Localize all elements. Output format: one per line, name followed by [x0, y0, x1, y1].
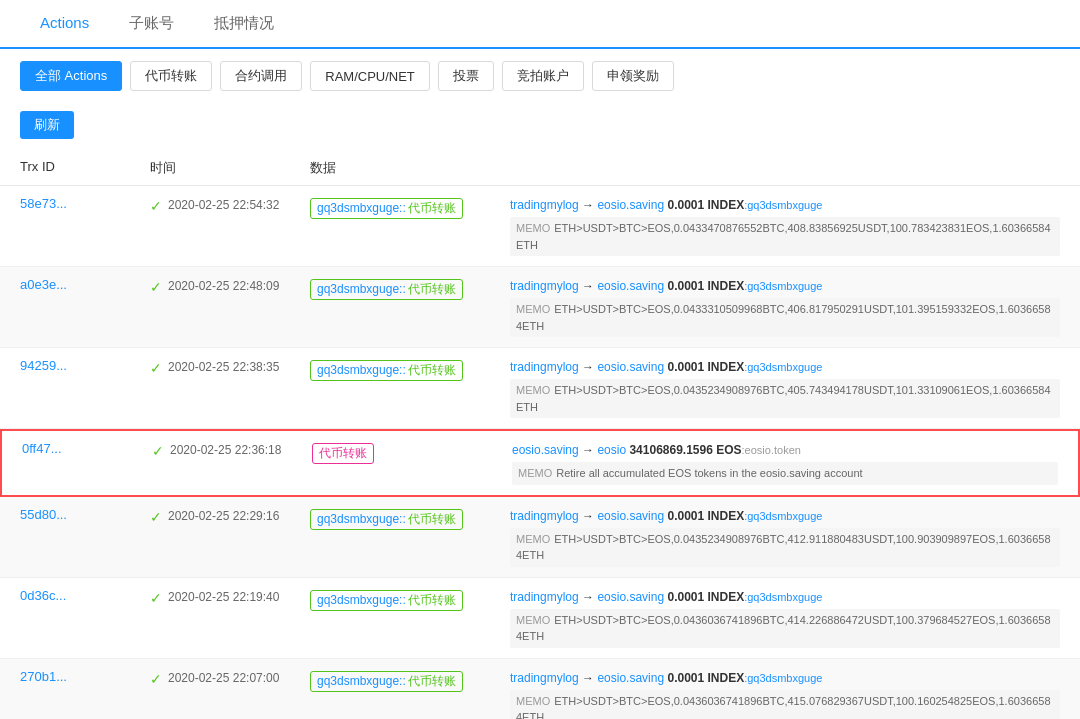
- table-row: 270b1...✓ 2020-02-25 22:07:00 gq3dsmbxguge…: [0, 659, 1080, 720]
- tag: gq3dsmbxguge::代币转账: [310, 671, 463, 692]
- trx-id[interactable]: a0e3e...: [20, 277, 150, 292]
- tag: gq3dsmbxguge::代币转账: [310, 509, 463, 530]
- data-main: tradingmylog → eosio.saving 0.0001 INDEX…: [510, 358, 1060, 376]
- tag: gq3dsmbxguge::代币转账: [310, 279, 463, 300]
- table-row: 58e73...✓ 2020-02-25 22:54:32 gq3dsmbxguge…: [0, 186, 1080, 267]
- data-cell: eosio.saving → eosio 34106869.1596 EOS:e…: [512, 441, 1058, 485]
- filter-contract[interactable]: 合约调用: [220, 61, 302, 91]
- time-cell: ✓ 2020-02-25 22:19:40: [150, 588, 310, 606]
- memo: MEMOETH>USDT>BTC>EOS,0.0435234908976BTC,…: [510, 528, 1060, 567]
- data-main: tradingmylog → eosio.saving 0.0001 INDEX…: [510, 669, 1060, 687]
- filter-vote[interactable]: 投票: [438, 61, 494, 91]
- time-cell: ✓ 2020-02-25 22:29:16: [150, 507, 310, 525]
- table-row: a0e3e...✓ 2020-02-25 22:48:09 gq3dsmbxguge…: [0, 267, 1080, 348]
- tag-cell: 代币转账: [312, 441, 512, 464]
- table-row: 94259...✓ 2020-02-25 22:38:35 gq3dsmbxguge…: [0, 348, 1080, 429]
- data-cell: tradingmylog → eosio.saving 0.0001 INDEX…: [510, 588, 1060, 648]
- memo: MEMOETH>USDT>BTC>EOS,0.0433470876552BTC,…: [510, 217, 1060, 256]
- tab-mortgage[interactable]: 抵押情况: [194, 0, 294, 47]
- main-container: Actions 子账号 抵押情况 全部 Actions 代币转账 合约调用 RA…: [0, 0, 1080, 719]
- memo: MEMOETH>USDT>BTC>EOS,0.0435234908976BTC,…: [510, 379, 1060, 418]
- tag: gq3dsmbxguge::代币转账: [310, 590, 463, 611]
- data-main: tradingmylog → eosio.saving 0.0001 INDEX…: [510, 196, 1060, 214]
- filter-bar: 全部 Actions 代币转账 合约调用 RAM/CPU/NET 投票 竞拍账户…: [0, 49, 1080, 103]
- data-cell: tradingmylog → eosio.saving 0.0001 INDEX…: [510, 196, 1060, 256]
- top-tabs: Actions 子账号 抵押情况: [0, 0, 1080, 49]
- check-icon: ✓: [150, 360, 162, 376]
- tag-cell: gq3dsmbxguge::代币转账: [310, 669, 510, 692]
- time-cell: ✓ 2020-02-25 22:36:18: [152, 441, 312, 459]
- filter-claim[interactable]: 申领奖励: [592, 61, 674, 91]
- tab-subaccount[interactable]: 子账号: [109, 0, 194, 47]
- table-header: Trx ID 时间 数据: [0, 151, 1080, 186]
- tag: gq3dsmbxguge::代币转账: [310, 360, 463, 381]
- filter-ram[interactable]: RAM/CPU/NET: [310, 61, 430, 91]
- memo: MEMORetire all accumulated EOS tokens in…: [512, 462, 1058, 485]
- trx-id[interactable]: 0d36c...: [20, 588, 150, 603]
- data-cell: tradingmylog → eosio.saving 0.0001 INDEX…: [510, 277, 1060, 337]
- data-cell: tradingmylog → eosio.saving 0.0001 INDEX…: [510, 669, 1060, 720]
- check-icon: ✓: [150, 198, 162, 214]
- tag-cell: gq3dsmbxguge::代币转账: [310, 507, 510, 530]
- time-cell: ✓ 2020-02-25 22:38:35: [150, 358, 310, 376]
- data-main: tradingmylog → eosio.saving 0.0001 INDEX…: [510, 277, 1060, 295]
- check-icon: ✓: [150, 509, 162, 525]
- tag-cell: gq3dsmbxguge::代币转账: [310, 277, 510, 300]
- data-main: eosio.saving → eosio 34106869.1596 EOS:e…: [512, 441, 1058, 459]
- trx-id[interactable]: 270b1...: [20, 669, 150, 684]
- tab-actions[interactable]: Actions: [20, 0, 109, 47]
- timestamp: 2020-02-25 22:29:16: [168, 509, 279, 523]
- trx-id[interactable]: 55d80...: [20, 507, 150, 522]
- time-cell: ✓ 2020-02-25 22:48:09: [150, 277, 310, 295]
- action-bar: 刷新: [0, 103, 1080, 151]
- table-row: 0d36c...✓ 2020-02-25 22:19:40 gq3dsmbxguge…: [0, 578, 1080, 659]
- tag: 代币转账: [312, 443, 374, 464]
- data-main: tradingmylog → eosio.saving 0.0001 INDEX…: [510, 588, 1060, 606]
- col-time: 时间: [150, 159, 310, 177]
- timestamp: 2020-02-25 22:19:40: [168, 590, 279, 604]
- tag-cell: gq3dsmbxguge::代币转账: [310, 588, 510, 611]
- data-main: tradingmylog → eosio.saving 0.0001 INDEX…: [510, 507, 1060, 525]
- table-row: 55d80...✓ 2020-02-25 22:29:16 gq3dsmbxguge…: [0, 497, 1080, 578]
- memo: MEMOETH>USDT>BTC>EOS,0.0436036741896BTC,…: [510, 609, 1060, 648]
- timestamp: 2020-02-25 22:54:32: [168, 198, 279, 212]
- time-cell: ✓ 2020-02-25 22:54:32: [150, 196, 310, 214]
- time-cell: ✓ 2020-02-25 22:07:00: [150, 669, 310, 687]
- check-icon: ✓: [150, 590, 162, 606]
- table-row: 0ff47...✓ 2020-02-25 22:36:18 代币转账 eosio.s…: [0, 429, 1080, 497]
- memo: MEMOETH>USDT>BTC>EOS,0.0433310509968BTC,…: [510, 298, 1060, 337]
- col-extra: [510, 159, 1060, 177]
- tag: gq3dsmbxguge::代币转账: [310, 198, 463, 219]
- filter-all[interactable]: 全部 Actions: [20, 61, 122, 91]
- tag-cell: gq3dsmbxguge::代币转账: [310, 196, 510, 219]
- check-icon: ✓: [152, 443, 164, 459]
- data-cell: tradingmylog → eosio.saving 0.0001 INDEX…: [510, 507, 1060, 567]
- timestamp: 2020-02-25 22:48:09: [168, 279, 279, 293]
- refresh-button[interactable]: 刷新: [20, 111, 74, 139]
- tag-cell: gq3dsmbxguge::代币转账: [310, 358, 510, 381]
- col-trxid: Trx ID: [20, 159, 150, 177]
- trx-id[interactable]: 94259...: [20, 358, 150, 373]
- memo: MEMOETH>USDT>BTC>EOS,0.0436036741896BTC,…: [510, 690, 1060, 720]
- filter-transfer[interactable]: 代币转账: [130, 61, 212, 91]
- timestamp: 2020-02-25 22:36:18: [170, 443, 281, 457]
- data-cell: tradingmylog → eosio.saving 0.0001 INDEX…: [510, 358, 1060, 418]
- timestamp: 2020-02-25 22:38:35: [168, 360, 279, 374]
- filter-auction[interactable]: 竞拍账户: [502, 61, 584, 91]
- col-data: 数据: [310, 159, 510, 177]
- trx-id[interactable]: 58e73...: [20, 196, 150, 211]
- trx-id[interactable]: 0ff47...: [22, 441, 152, 456]
- check-icon: ✓: [150, 279, 162, 295]
- table-body: 58e73...✓2020-02-25 22:54:32gq3dsmbxguge…: [0, 186, 1080, 719]
- timestamp: 2020-02-25 22:07:00: [168, 671, 279, 685]
- check-icon: ✓: [150, 671, 162, 687]
